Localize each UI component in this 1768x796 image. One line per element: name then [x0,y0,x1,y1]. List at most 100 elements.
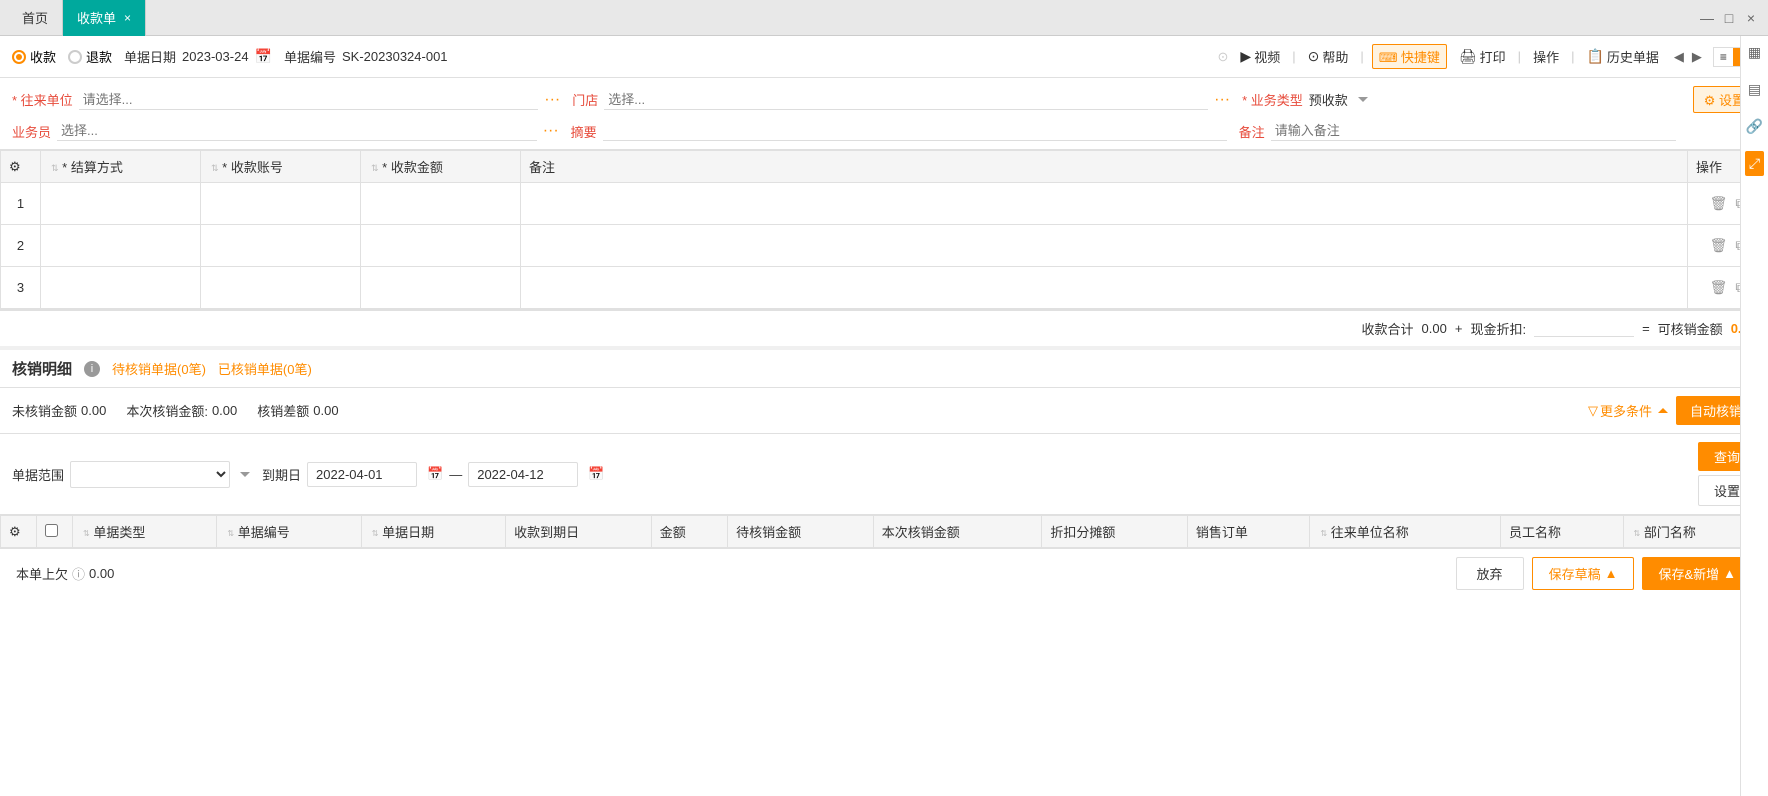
print-button[interactable]: 🖨 打印 [1455,45,1510,68]
range-filter-field: 单据范围 [12,461,250,488]
receipt-table: ⚙ ⇅ * 结算方式 ⇅ * 收款账号 ⇅ * 收款金额 [0,150,1768,309]
verify-header: 核销明细 i 待核销单据(0笔) 已核销单据(0笔) [0,350,1768,388]
row-account-1[interactable] [201,183,361,225]
range-select[interactable] [70,461,230,488]
sidebar-link-icon[interactable]: 🔗 [1742,114,1767,139]
save-new-dropdown-icon[interactable]: ▲ [1723,566,1736,581]
sort-account-icon[interactable]: ⇅ [211,163,219,174]
sort-settle-icon[interactable]: ⇅ [51,163,59,174]
sidebar-list-icon[interactable]: ▤ [1744,77,1765,102]
row-settle-1[interactable] [41,183,201,225]
abandon-button[interactable]: 放弃 [1456,557,1524,590]
pending-verify-tab[interactable]: 待核销单据(0笔) [112,359,206,378]
partner-input[interactable] [79,90,539,110]
sort-dept-icon[interactable]: ⇅ [1634,529,1641,538]
verify-stats: 未核销金额 0.00 本次核销金额: 0.00 核销差额 0.00 ▽ 更多条件… [0,388,1768,433]
toolbar-actions: ⊙ ▶ 视频 | ⊙ 帮助 | ⌨ 快捷键 🖨 打印 | 操作 | [1218,44,1756,69]
row-remark-1[interactable] [521,183,1688,225]
due-date-start-cal-icon[interactable]: 📅 [427,466,443,482]
row-amount-1[interactable] [361,183,521,225]
tab-receipt[interactable]: 收款单 × [63,0,146,36]
save-new-button[interactable]: 保存&新增 ▲ [1642,557,1752,590]
sidebar-expand-icon[interactable]: ⤢ [1745,151,1764,176]
row-settle-2[interactable] [41,225,201,267]
diff-stat: 核销差额 0.00 [257,401,338,420]
top-toolbar: 收款 退款 单据日期 2023-03-24 📅 单据编号 SK-20230324… [0,36,1768,78]
partner-more-icon[interactable]: ··· [544,91,560,109]
table-row: 3 🗑 ⧉ [1,267,1768,309]
delete-row-3-icon[interactable]: 🗑 [1708,277,1730,298]
table-settings-header[interactable]: ⚙ [1,151,41,183]
verify-actions: ▽ 更多条件 自动核销 [1588,396,1756,425]
partner-field: * 往来单位 ··· [12,90,560,110]
row-amount-3[interactable] [361,267,521,309]
date-calendar-icon[interactable]: 📅 [255,48,272,65]
prev-arrow[interactable]: ◀ [1671,47,1687,67]
table-row: 1 🗑 ⧉ [1,183,1768,225]
due-date-start-input[interactable] [307,462,417,487]
row-remark-2[interactable] [521,225,1688,267]
receipt-radio-dot [12,50,26,64]
col-current-verify-header: 本次核销金额 [873,516,1042,548]
minimize-button[interactable]: — [1698,9,1716,27]
due-date-end-input[interactable] [468,462,578,487]
form-area: * 往来单位 ··· 门店 ··· * 业务类型 预收款 ⚙ 设置 业务员 [0,78,1768,150]
shortcut-button[interactable]: ⌨ 快捷键 [1372,44,1447,69]
sort-amount-icon[interactable]: ⇅ [371,163,379,174]
salesman-input[interactable] [57,121,537,141]
sort-partner-icon[interactable]: ⇅ [1320,529,1327,538]
save-draft-dropdown-icon[interactable]: ▲ [1605,566,1618,581]
right-sidebar: ▦ ▤ 🔗 ⤢ [1740,36,1768,796]
col-type-header: ⇅ 单据类型 [73,516,217,548]
range-dropdown-icon[interactable] [240,472,250,477]
video-button[interactable]: ▶ 视频 [1236,45,1284,68]
store-input[interactable] [604,90,1208,110]
salesman-more-icon[interactable]: ··· [543,122,559,140]
refund-radio[interactable]: 退款 [68,47,112,66]
col-settle-header: ⇅ * 结算方式 [41,151,201,183]
tab-home[interactable]: 首页 [8,0,63,36]
row-account-2[interactable] [201,225,361,267]
receipt-radio[interactable]: 收款 [12,47,56,66]
store-more-icon[interactable]: ··· [1214,91,1230,109]
business-type-dropdown-icon[interactable] [1358,97,1368,102]
col-partner-header: ⇅ 往来单位名称 [1310,516,1501,548]
discount-input[interactable] [1534,321,1634,337]
sidebar-table-icon[interactable]: ▦ [1744,40,1765,65]
sort-number-icon[interactable]: ⇅ [227,529,234,538]
col-date-header: ⇅ 单据日期 [361,516,505,548]
footer-info-icon[interactable]: ⓘ [72,564,85,583]
verify-section: 核销明细 i 待核销单据(0笔) 已核销单据(0笔) 未核销金额 0.00 本次… [0,346,1768,548]
delete-row-1-icon[interactable]: 🗑 [1708,193,1730,214]
done-verify-tab[interactable]: 已核销单据(0笔) [218,359,312,378]
remark-input[interactable] [1271,121,1676,141]
col-number-header: ⇅ 单据编号 [217,516,361,548]
row-remark-3[interactable] [521,267,1688,309]
col-checkbox-header[interactable] [37,516,73,548]
select-all-checkbox[interactable] [45,524,58,537]
date-field-group: 单据日期 2023-03-24 📅 [124,47,272,66]
row-account-3[interactable] [201,267,361,309]
row-settle-3[interactable] [41,267,201,309]
next-arrow[interactable]: ▶ [1689,47,1705,67]
close-window-button[interactable]: × [1742,9,1760,27]
sort-type-icon[interactable]: ⇅ [83,529,90,538]
store-field: 门店 ··· [572,90,1230,110]
verify-info-icon[interactable]: i [84,361,100,377]
list-view-btn[interactable]: ≡ [1714,48,1733,66]
save-draft-button[interactable]: 保存草稿 ▲ [1532,557,1635,590]
delete-row-2-icon[interactable]: 🗑 [1708,235,1730,256]
col-settings-bottom[interactable]: ⚙ [1,516,37,548]
help-button[interactable]: ⊙ 帮助 [1304,45,1353,68]
business-type-field: * 业务类型 预收款 [1242,90,1681,109]
more-conditions-button[interactable]: ▽ 更多条件 [1588,401,1668,420]
refund-radio-dot [68,50,82,64]
maximize-button[interactable]: □ [1720,9,1738,27]
abstract-input[interactable] [603,121,1227,141]
operation-button[interactable]: 操作 [1529,45,1563,68]
sort-date-icon[interactable]: ⇅ [372,529,379,538]
history-button[interactable]: 📋 历史单据 [1582,45,1662,68]
due-date-end-cal-icon[interactable]: 📅 [588,466,604,482]
close-tab-icon[interactable]: × [124,11,131,25]
row-amount-2[interactable] [361,225,521,267]
